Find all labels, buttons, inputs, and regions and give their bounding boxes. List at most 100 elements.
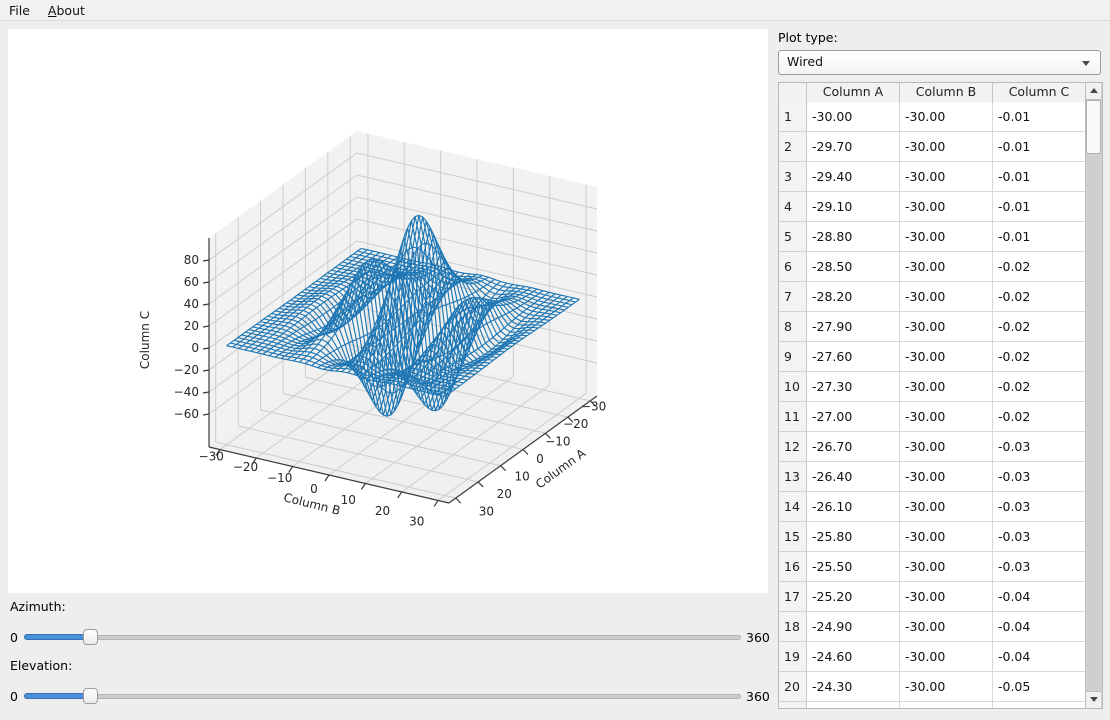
row-number[interactable]: 6 [779, 252, 807, 282]
row-number[interactable]: 17 [779, 582, 807, 612]
row-number[interactable]: 15 [779, 522, 807, 552]
cell-column-c[interactable]: -0.04 [993, 582, 1086, 612]
row-number[interactable]: 16 [779, 552, 807, 582]
scroll-down-button[interactable] [1086, 691, 1101, 708]
cell-column-c[interactable]: -0.05 [993, 672, 1086, 702]
table-row[interactable]: 15-25.80-30.00-0.03 [779, 522, 1086, 552]
cell-column-a[interactable]: -24.30 [807, 672, 900, 702]
cell-column-b[interactable]: -30.00 [900, 162, 993, 192]
cell-column-a[interactable]: -27.30 [807, 372, 900, 402]
table-row[interactable]: 10-27.30-30.00-0.02 [779, 372, 1086, 402]
table-row[interactable]: 9-27.60-30.00-0.02 [779, 342, 1086, 372]
table-scrollbar[interactable] [1085, 83, 1102, 708]
row-number[interactable]: 7 [779, 282, 807, 312]
cell-column-b[interactable]: -30.00 [900, 192, 993, 222]
scroll-up-button[interactable] [1086, 83, 1101, 100]
cell-column-c[interactable]: -0.01 [993, 102, 1086, 132]
table-row[interactable]: 1-30.00-30.00-0.01 [779, 102, 1086, 132]
cell-column-c[interactable]: -0.04 [993, 642, 1086, 672]
cell-column-b[interactable]: -30.00 [900, 462, 993, 492]
table-row[interactable]: 8-27.90-30.00-0.02 [779, 312, 1086, 342]
cell-column-b[interactable]: -30.00 [900, 282, 993, 312]
table-row[interactable]: 18-24.90-30.00-0.04 [779, 612, 1086, 642]
row-number[interactable]: 18 [779, 612, 807, 642]
cell-column-c[interactable]: -0.02 [993, 312, 1086, 342]
table-row[interactable]: 7-28.20-30.00-0.02 [779, 282, 1086, 312]
cell-column-b[interactable]: -30.00 [900, 252, 993, 282]
table-row[interactable]: 14-26.10-30.00-0.03 [779, 492, 1086, 522]
cell-column-b[interactable]: -30.00 [900, 402, 993, 432]
table-row[interactable]: 2-29.70-30.00-0.01 [779, 132, 1086, 162]
cell-column-c[interactable]: -0.01 [993, 192, 1086, 222]
row-number[interactable]: 12 [779, 432, 807, 462]
table-row[interactable]: 12-26.70-30.00-0.03 [779, 432, 1086, 462]
plot-type-dropdown[interactable]: Wired [778, 50, 1101, 75]
scrollbar-thumb[interactable] [1086, 100, 1101, 154]
cell-column-a[interactable]: -26.70 [807, 432, 900, 462]
cell-column-c[interactable]: -0.03 [993, 462, 1086, 492]
table-row[interactable]: 20-24.30-30.00-0.05 [779, 672, 1086, 702]
slider-track[interactable] [24, 635, 741, 640]
cell-column-c[interactable]: -0.03 [993, 492, 1086, 522]
cell-column-c[interactable]: -0.02 [993, 252, 1086, 282]
cell-column-b[interactable]: -30.00 [900, 342, 993, 372]
header-column-b[interactable]: Column B [900, 83, 993, 102]
cell-column-b[interactable]: -30.00 [900, 492, 993, 522]
plot-canvas[interactable]: −60−40−20020406080−30−20−100102030−30−20… [8, 29, 768, 593]
table-row[interactable]: 5-28.80-30.00-0.01 [779, 222, 1086, 252]
cell-column-a[interactable]: -25.50 [807, 552, 900, 582]
cell-column-a[interactable]: -27.90 [807, 312, 900, 342]
table-row[interactable]: 13-26.40-30.00-0.03 [779, 462, 1086, 492]
cell-column-a[interactable]: -28.80 [807, 222, 900, 252]
cell-column-b[interactable]: -30.00 [900, 132, 993, 162]
row-number[interactable]: 2 [779, 132, 807, 162]
cell-column-c[interactable]: -0.03 [993, 552, 1086, 582]
header-column-a[interactable]: Column A [807, 83, 900, 102]
elevation-slider[interactable] [24, 688, 741, 704]
cell-column-a[interactable]: -24.90 [807, 612, 900, 642]
row-number[interactable]: 1 [779, 102, 807, 132]
cell-column-a[interactable]: -27.60 [807, 342, 900, 372]
cell-column-a[interactable]: -28.20 [807, 282, 900, 312]
cell-column-a[interactable]: -29.10 [807, 192, 900, 222]
cell-column-b[interactable]: -30.00 [900, 432, 993, 462]
cell-column-c[interactable]: -0.03 [993, 432, 1086, 462]
header-column-c[interactable]: Column C [993, 83, 1086, 102]
cell-column-c[interactable]: -0.01 [993, 162, 1086, 192]
row-number[interactable]: 8 [779, 312, 807, 342]
cell-column-c[interactable]: -0.03 [993, 522, 1086, 552]
cell-column-c[interactable]: -0.01 [993, 222, 1086, 252]
cell-column-b[interactable]: -30.00 [900, 552, 993, 582]
row-number[interactable]: 4 [779, 192, 807, 222]
table-row[interactable]: 6-28.50-30.00-0.02 [779, 252, 1086, 282]
row-number[interactable]: 14 [779, 492, 807, 522]
cell-column-c[interactable]: -0.02 [993, 342, 1086, 372]
cell-column-b[interactable]: -30.00 [900, 102, 993, 132]
cell-column-b[interactable]: -30.00 [900, 642, 993, 672]
slider-track[interactable] [24, 694, 741, 699]
cell-column-c[interactable]: -0.02 [993, 402, 1086, 432]
cell-column-a[interactable]: -26.40 [807, 462, 900, 492]
cell-column-a[interactable]: -26.10 [807, 492, 900, 522]
cell-column-c[interactable]: -0.01 [993, 132, 1086, 162]
cell-column-a[interactable]: -27.00 [807, 402, 900, 432]
cell-column-b[interactable]: -30.00 [900, 222, 993, 252]
azimuth-slider[interactable] [24, 629, 741, 645]
row-number[interactable]: 10 [779, 372, 807, 402]
cell-column-a[interactable]: -29.70 [807, 132, 900, 162]
slider-handle[interactable] [83, 688, 98, 704]
menu-about[interactable]: About [39, 1, 94, 20]
cell-column-b[interactable]: -30.00 [900, 372, 993, 402]
slider-handle[interactable] [83, 629, 98, 645]
cell-column-b[interactable]: -30.00 [900, 672, 993, 702]
cell-column-a[interactable]: -24.60 [807, 642, 900, 672]
row-number[interactable]: 19 [779, 642, 807, 672]
cell-column-c[interactable]: -0.02 [993, 282, 1086, 312]
menu-file[interactable]: File [0, 1, 39, 20]
cell-column-a[interactable]: -30.00 [807, 102, 900, 132]
cell-column-a[interactable]: -29.40 [807, 162, 900, 192]
row-number[interactable]: 13 [779, 462, 807, 492]
row-number[interactable]: 20 [779, 672, 807, 702]
cell-column-a[interactable]: -25.20 [807, 582, 900, 612]
cell-column-c[interactable]: -0.04 [993, 612, 1086, 642]
